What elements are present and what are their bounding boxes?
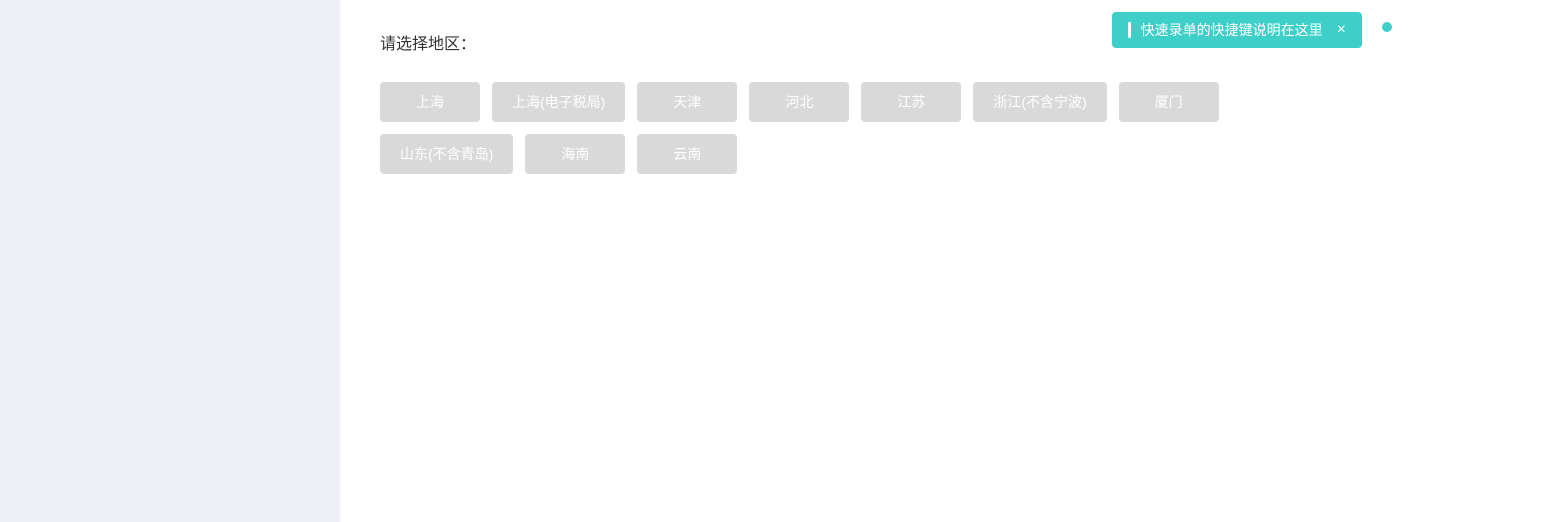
region-button-jiangsu[interactable]: 江苏	[861, 82, 961, 122]
region-button-hainan[interactable]: 海南	[525, 134, 625, 174]
region-row-2: 山东(不含青岛) 海南云南	[380, 134, 1522, 174]
region-button-yunnan[interactable]: 云南	[637, 134, 737, 174]
region-row-1: 上海上海(电子税局) 天津河北江苏浙江(不含宁波) 厦门	[380, 82, 1522, 122]
sidebar	[0, 0, 340, 522]
region-button-shanghai-etax[interactable]: 上海(电子税局)	[492, 82, 625, 122]
region-button-shandong[interactable]: 山东(不含青岛)	[380, 134, 513, 174]
tooltip-banner: 快速录单的快捷键说明在这里 ×	[1112, 12, 1362, 48]
region-button-hebei[interactable]: 河北	[749, 82, 849, 122]
tooltip-left-bar	[1128, 22, 1131, 38]
region-button-zhejiang[interactable]: 浙江(不含宁波)	[973, 82, 1106, 122]
tooltip-text: 快速录单的快捷键说明在这里	[1141, 20, 1323, 40]
region-button-tianjin[interactable]: 天津	[637, 82, 737, 122]
region-button-shanghai[interactable]: 上海	[380, 82, 480, 122]
main-content: 请选择地区： 上海上海(电子税局)天津河北江苏浙江(不含宁波)厦门 山东(不含青…	[340, 0, 1562, 522]
connector-dot	[1382, 22, 1392, 32]
region-button-xiamen[interactable]: 厦门	[1119, 82, 1219, 122]
tooltip-close-button[interactable]: ×	[1337, 22, 1346, 38]
